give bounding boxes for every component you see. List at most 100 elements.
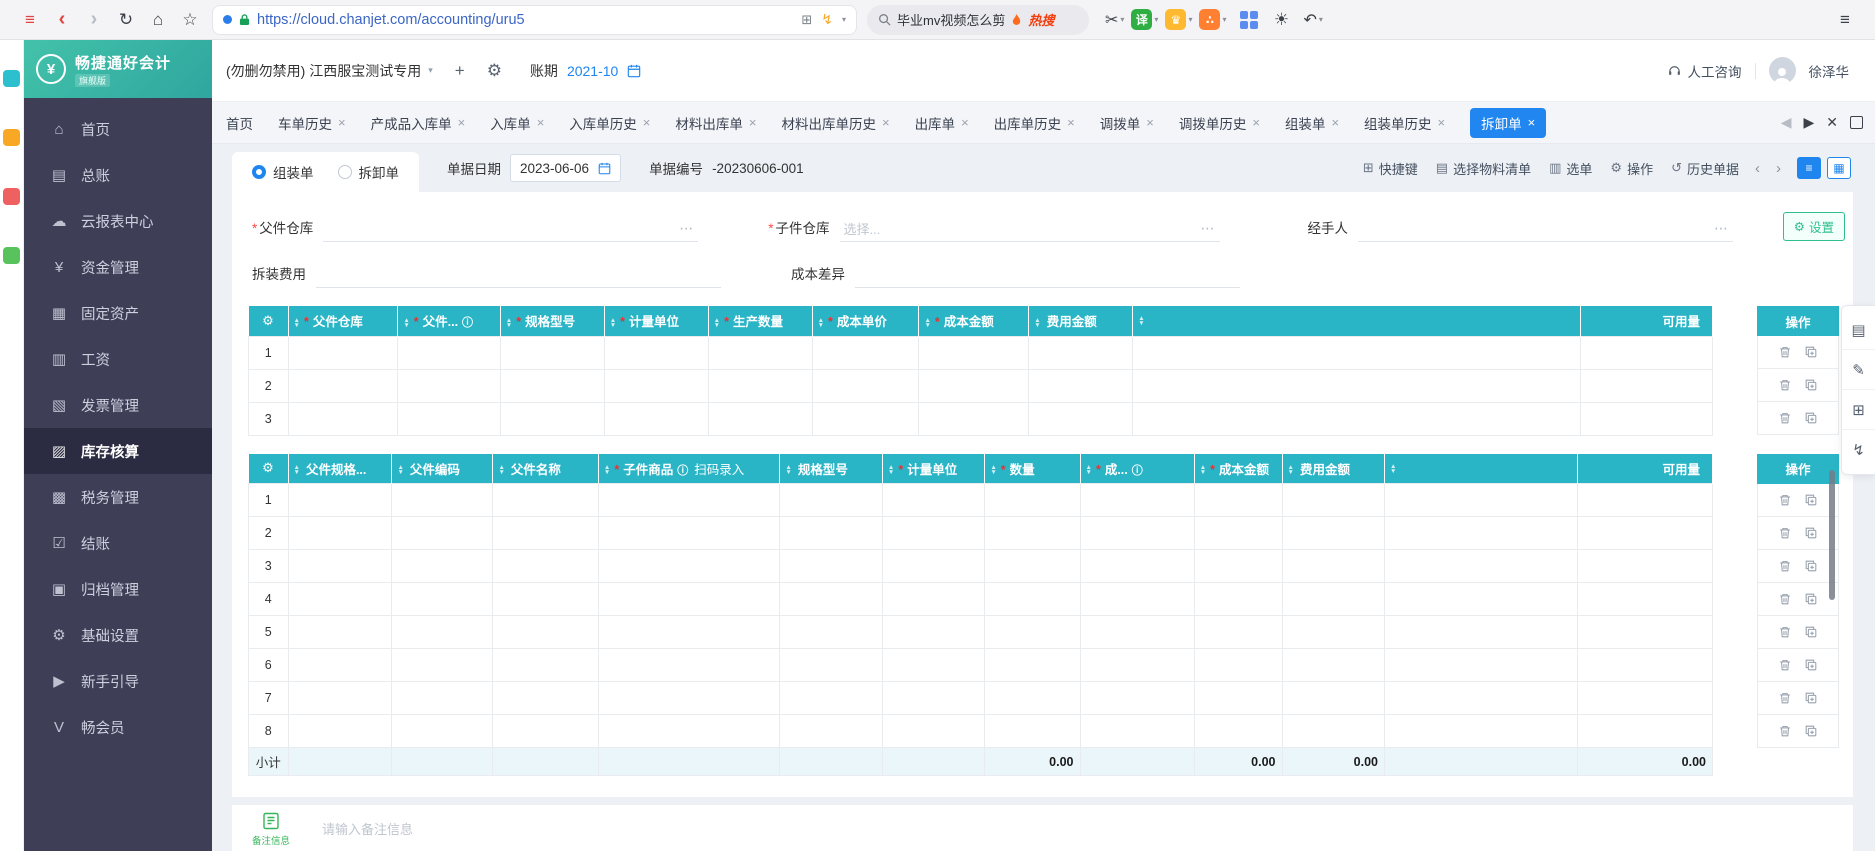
grid-cell[interactable] — [1577, 648, 1713, 682]
grid-cell[interactable] — [1028, 401, 1134, 436]
input-assembly-fee[interactable] — [316, 262, 721, 288]
grid-cell[interactable] — [287, 648, 393, 682]
grid-cell[interactable] — [499, 335, 605, 370]
grid-cell[interactable] — [984, 582, 1081, 616]
theme-icon[interactable]: ☀ — [1268, 7, 1294, 33]
tab-2[interactable]: 产成品入库单 × — [371, 113, 466, 133]
sort-icon[interactable]: ▲ ▼ — [990, 465, 996, 477]
grid-cell[interactable] — [1281, 549, 1385, 583]
grid-cell[interactable] — [287, 582, 393, 616]
grid-cell[interactable] — [597, 582, 781, 616]
sort-icon[interactable]: ▲ ▼ — [506, 317, 512, 329]
grid-cell[interactable] — [881, 549, 986, 583]
remark-tab[interactable]: 备注信息 — [246, 805, 296, 851]
grid-cell[interactable] — [597, 648, 781, 682]
grid-cell[interactable] — [1079, 549, 1195, 583]
sidebar-item-cloud-reports[interactable]: ☁ 云报表中心 — [24, 198, 212, 244]
paw-icon[interactable]: ∴ ▾ — [1199, 9, 1226, 30]
copy-row-icon[interactable] — [1804, 411, 1819, 426]
grid-cell[interactable] — [391, 648, 494, 682]
grid-cell[interactable] — [1383, 648, 1579, 682]
grid-view-toggle[interactable]: ▦ — [1827, 157, 1851, 179]
grid-cell[interactable] — [1132, 401, 1582, 436]
sidebar-item-funds[interactable]: ¥ 资金管理 — [24, 244, 212, 290]
tab-11[interactable]: 组装单 × — [1285, 113, 1339, 133]
grid-cell[interactable] — [881, 516, 986, 550]
tab-3[interactable]: 入库单 × — [490, 113, 544, 133]
delete-row-icon[interactable] — [1778, 690, 1793, 705]
edit-note-icon[interactable]: ✎ — [1842, 350, 1875, 390]
lightning-icon[interactable]: ↯ — [821, 11, 833, 28]
info-icon[interactable]: ⓘ — [677, 465, 688, 477]
column-header[interactable]: ▲ ▼ * 生产数量 — [708, 306, 813, 336]
undo-icon[interactable]: ↶ ▾ — [1303, 10, 1322, 30]
grid-cell[interactable] — [492, 615, 599, 649]
grid-cell[interactable] — [881, 582, 986, 616]
grid-cell[interactable] — [881, 681, 986, 715]
grid-cell[interactable] — [984, 516, 1081, 550]
column-header[interactable]: ▲ ▼ * 成本单价 — [812, 306, 920, 336]
back-icon[interactable]: ‹ — [49, 7, 75, 33]
grid-cell[interactable] — [1028, 368, 1134, 403]
grid-cell[interactable] — [492, 648, 599, 682]
grid-cell[interactable] — [1383, 516, 1579, 550]
close-icon[interactable]: × — [1146, 115, 1154, 130]
grid-cell[interactable] — [1281, 483, 1385, 517]
remark-input[interactable]: 请输入备注信息 — [322, 819, 413, 838]
scan-entry-link[interactable]: 扫码录入 — [694, 463, 744, 477]
grid-cell[interactable] — [1281, 681, 1385, 715]
delete-row-icon[interactable] — [1778, 558, 1793, 573]
grid-cell[interactable] — [287, 401, 399, 436]
sort-icon[interactable]: ▲ ▼ — [294, 465, 300, 477]
copy-row-icon[interactable] — [1804, 492, 1819, 507]
grid-cell[interactable] — [1577, 549, 1713, 583]
grid-cell[interactable] — [1281, 516, 1385, 550]
document-list-icon[interactable]: ▤ — [1842, 310, 1875, 350]
copy-row-icon[interactable] — [1804, 525, 1819, 540]
sort-icon[interactable]: ▲ ▼ — [888, 465, 894, 477]
column-header[interactable]: ▲ ▼ * 数量 — [984, 453, 1081, 484]
column-header[interactable]: ▲ ▼ * 子件商品 ⓘ 扫码录入 — [598, 453, 781, 484]
grid-cell[interactable] — [287, 681, 393, 715]
grid-cell[interactable] — [779, 483, 883, 517]
grid-cell[interactable] — [492, 549, 599, 583]
grid-cell[interactable] — [1383, 714, 1579, 748]
sort-icon[interactable]: ▲ ▼ — [294, 317, 300, 329]
info-icon[interactable]: ⓘ — [1132, 465, 1143, 477]
input-cost-difference[interactable] — [855, 262, 1240, 288]
grid-cell[interactable] — [1079, 615, 1195, 649]
grid-cell[interactable] — [1079, 714, 1195, 748]
add-account-icon[interactable]: + — [455, 61, 465, 81]
grid-cell[interactable] — [391, 714, 494, 748]
grid-cell[interactable] — [1079, 681, 1195, 715]
grid-cell[interactable] — [391, 549, 494, 583]
grid-cell[interactable] — [1383, 615, 1579, 649]
close-icon[interactable]: × — [643, 115, 651, 130]
close-icon[interactable]: × — [749, 115, 757, 130]
sort-icon[interactable]: ▲ ▼ — [604, 465, 610, 477]
grid-cell[interactable] — [881, 615, 986, 649]
grid-cell[interactable] — [881, 483, 986, 517]
tab-13[interactable]: 拆卸单 × — [1470, 107, 1547, 138]
grid-cell[interactable] — [1193, 483, 1283, 517]
close-icon[interactable]: × — [1252, 115, 1260, 130]
grid-cell[interactable] — [492, 582, 599, 616]
grid-cell[interactable] — [1193, 615, 1283, 649]
grid-cell[interactable] — [811, 401, 920, 436]
grid-cell[interactable] — [492, 483, 599, 517]
grid-cell[interactable] — [1577, 483, 1713, 517]
grid-cell[interactable] — [603, 368, 709, 403]
sort-icon[interactable]: ▲ ▼ — [1138, 316, 1144, 328]
doc-no-value[interactable]: -20230606-001 — [712, 161, 804, 176]
column-header[interactable]: ▲ ▼ 规格型号 — [779, 453, 883, 484]
fullscreen-icon[interactable] — [1850, 116, 1863, 129]
history-docs-button[interactable]: ↺ 历史单据 — [1671, 159, 1739, 178]
close-icon[interactable]: × — [1438, 115, 1446, 130]
sidebar-item-base-settings[interactable]: ⚙ 基础设置 — [24, 612, 212, 658]
column-header[interactable]: ▲ ▼ * 父件仓库 — [288, 306, 399, 336]
tab-scroll-left-icon[interactable]: ◀ — [1781, 114, 1792, 131]
apps-grid-icon[interactable] — [1236, 10, 1262, 29]
close-icon[interactable]: × — [1528, 115, 1536, 130]
sort-icon[interactable]: ▲ ▼ — [785, 465, 791, 477]
sort-icon[interactable]: ▲ ▼ — [924, 317, 930, 329]
